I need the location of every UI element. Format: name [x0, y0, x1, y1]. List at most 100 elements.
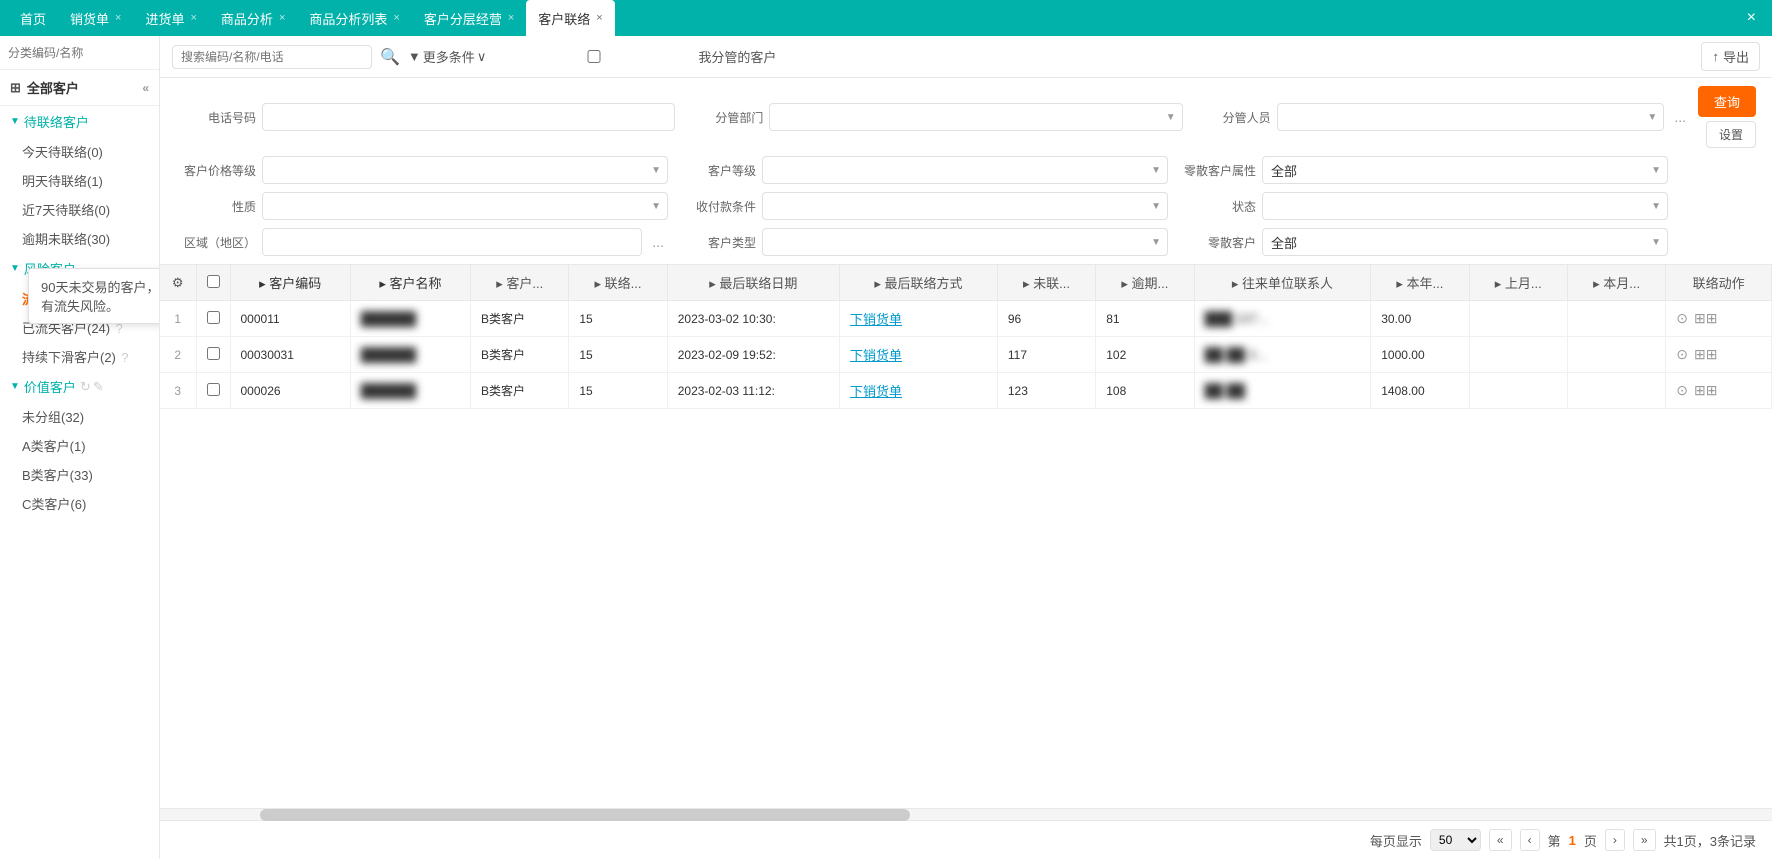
- filter-phone-input[interactable]: [262, 103, 675, 131]
- first-page-button[interactable]: «: [1489, 829, 1512, 851]
- tab-purchase[interactable]: 进货单 ×: [133, 0, 208, 36]
- filter-payment-select[interactable]: ▼: [762, 192, 1168, 220]
- page-size-select[interactable]: 50 20 100: [1430, 829, 1481, 851]
- filter-nature-select[interactable]: ▼: [262, 192, 668, 220]
- row-checkbox[interactable]: [207, 311, 220, 324]
- current-page: 1: [1569, 833, 1576, 848]
- select-all-checkbox[interactable]: [207, 275, 220, 288]
- cell-checkbox[interactable]: [196, 373, 230, 409]
- search-button[interactable]: 🔍: [380, 47, 400, 67]
- sidebar-item-declining[interactable]: 持续下滑客户(2) ?: [0, 342, 159, 371]
- cell-type: B类客户: [471, 373, 569, 409]
- sidebar-all-customers[interactable]: ⊞ 全部客户 «: [0, 70, 159, 106]
- sidebar-search-container: 🔍: [0, 36, 159, 70]
- col-name[interactable]: ▸ 客户名称: [350, 265, 470, 301]
- tab-sales[interactable]: 销货单 ×: [58, 0, 133, 36]
- next-page-button[interactable]: ›: [1605, 829, 1625, 851]
- link-icon[interactable]: ⊙: [1676, 346, 1688, 363]
- tab-home[interactable]: 首页: [8, 0, 58, 36]
- filter-dept-select[interactable]: ▼: [769, 103, 1182, 131]
- tab-analysis-list-close[interactable]: ×: [393, 12, 399, 24]
- search-input[interactable]: [172, 45, 372, 69]
- value-refresh-icon[interactable]: ↻: [80, 379, 91, 395]
- filter-row4-dots[interactable]: ...: [648, 234, 668, 250]
- my-customers-checkbox-label[interactable]: 我分管的客户: [494, 47, 776, 66]
- data-table: ⚙ ▸ 客户编码 ▸ 客户名称 ▸ 客户... ▸ 联络...: [160, 265, 1772, 409]
- more-conditions-button[interactable]: ▼ 更多条件 ∨: [408, 47, 486, 66]
- sidebar-item-class-c[interactable]: C类客户(6): [0, 489, 159, 518]
- sidebar-group-pending[interactable]: ▼ 待联络客户: [0, 106, 159, 137]
- query-button[interactable]: 查询: [1698, 86, 1756, 117]
- col-code[interactable]: ▸ 客户编码: [230, 265, 350, 301]
- scrollbar-thumb[interactable]: [260, 809, 910, 821]
- filter-price-grade-select[interactable]: ▼: [262, 156, 668, 184]
- col-this-month: ▸ 本月...: [1567, 265, 1665, 301]
- table-row: 2 00030031 ██████ B类客户 15 2023-02-09 19:…: [160, 337, 1772, 373]
- tab-customer-contact[interactable]: 客户联络 ×: [526, 0, 614, 36]
- horizontal-scrollbar[interactable]: [160, 808, 1772, 820]
- sidebar-group-value[interactable]: ▼ 价值客户 ↻ ✎: [0, 371, 159, 402]
- col-no-contact-label: ▸ 未联...: [1023, 276, 1070, 291]
- filter-customer-type-label: 客户类型: [676, 234, 756, 251]
- filter-status-select[interactable]: ▼: [1262, 192, 1668, 220]
- link-icon[interactable]: ⊙: [1676, 310, 1688, 327]
- tab-analysis[interactable]: 商品分析 ×: [209, 0, 297, 36]
- col-overdue: ▸ 逾期...: [1096, 265, 1194, 301]
- tab-customer-layer[interactable]: 客户分层经营 ×: [412, 0, 526, 36]
- cell-overdue: 108: [1096, 373, 1194, 409]
- more-action-icon[interactable]: ⊞⊞: [1694, 310, 1717, 327]
- filter-customer-grade-select[interactable]: ▼: [762, 156, 1168, 184]
- filter-person-select[interactable]: ▼: [1277, 103, 1665, 131]
- sidebar-search-input[interactable]: [8, 46, 160, 60]
- cell-this-month: [1567, 373, 1665, 409]
- cell-action: ⊙ ⊞⊞: [1666, 373, 1772, 409]
- col-settings[interactable]: ⚙: [160, 265, 196, 301]
- settings-button[interactable]: 设置: [1706, 121, 1756, 148]
- row-checkbox[interactable]: [207, 383, 220, 396]
- col-last-method: ▸ 最后联络方式: [840, 265, 998, 301]
- col-last-month: ▸ 上月...: [1469, 265, 1567, 301]
- prev-page-button[interactable]: ‹: [1520, 829, 1540, 851]
- cell-checkbox[interactable]: [196, 337, 230, 373]
- filter-retail-customer-select[interactable]: 全部 ▼: [1262, 228, 1668, 256]
- sidebar-item-ungrouped[interactable]: 未分组(32): [0, 402, 159, 431]
- sidebar-item-class-b[interactable]: B类客户(33): [0, 460, 159, 489]
- tab-purchase-close[interactable]: ×: [190, 12, 196, 24]
- main-layout: 🔍 ⊞ 全部客户 « ▼ 待联络客户 今天待联络(0) 明天待联络(1) 近7天…: [0, 36, 1772, 859]
- more-action-icon[interactable]: ⊞⊞: [1694, 382, 1717, 399]
- tab-customer-layer-close[interactable]: ×: [508, 12, 514, 24]
- declining-icon: ?: [121, 350, 128, 365]
- sidebar-item-overdue[interactable]: 逾期未联络(30): [0, 224, 159, 253]
- sidebar-item-7days[interactable]: 近7天待联络(0): [0, 195, 159, 224]
- window-close-button[interactable]: ×: [1739, 5, 1764, 31]
- cell-checkbox[interactable]: [196, 301, 230, 337]
- filter-row1-dots[interactable]: ...: [1670, 109, 1690, 125]
- col-last-method-label: ▸ 最后联络方式: [874, 276, 962, 291]
- tab-analysis-close[interactable]: ×: [279, 12, 285, 24]
- row-checkbox[interactable]: [207, 347, 220, 360]
- sidebar-item-class-a[interactable]: A类客户(1): [0, 431, 159, 460]
- my-customers-checkbox[interactable]: [494, 50, 694, 63]
- filter-retail-attr-select[interactable]: 全部 ▼: [1262, 156, 1668, 184]
- value-edit-icon[interactable]: ✎: [93, 379, 104, 395]
- query-action-buttons: 查询 设置: [1698, 86, 1756, 148]
- sidebar-item-tomorrow[interactable]: 明天待联络(1): [0, 166, 159, 195]
- cell-action: ⊙ ⊞⊞: [1666, 301, 1772, 337]
- export-button[interactable]: ↑ 导出: [1701, 42, 1760, 71]
- filter-nature-label: 性质: [176, 198, 256, 215]
- tab-analysis-list[interactable]: 商品分析列表 ×: [297, 0, 411, 36]
- tab-sales-close[interactable]: ×: [115, 12, 121, 24]
- col-action: 联络动作: [1666, 265, 1772, 301]
- link-icon[interactable]: ⊙: [1676, 382, 1688, 399]
- sidebar-collapse-button[interactable]: «: [142, 81, 149, 95]
- col-checkbox[interactable]: [196, 265, 230, 301]
- filter-row-2: 客户价格等级 ▼ 客户等级 ▼ 零散客户属性 全部: [176, 156, 1756, 184]
- sidebar-item-today[interactable]: 今天待联络(0): [0, 137, 159, 166]
- last-page-button[interactable]: »: [1633, 829, 1656, 851]
- tab-customer-contact-close[interactable]: ×: [596, 12, 602, 24]
- filter-customer-type-select[interactable]: ▼: [762, 228, 1168, 256]
- more-action-icon[interactable]: ⊞⊞: [1694, 346, 1717, 363]
- filter-person: 分管人员 ▼ ...: [1191, 103, 1690, 131]
- sidebar-group-risk-arrow: ▼: [10, 263, 20, 274]
- filter-region-select[interactable]: [262, 228, 642, 256]
